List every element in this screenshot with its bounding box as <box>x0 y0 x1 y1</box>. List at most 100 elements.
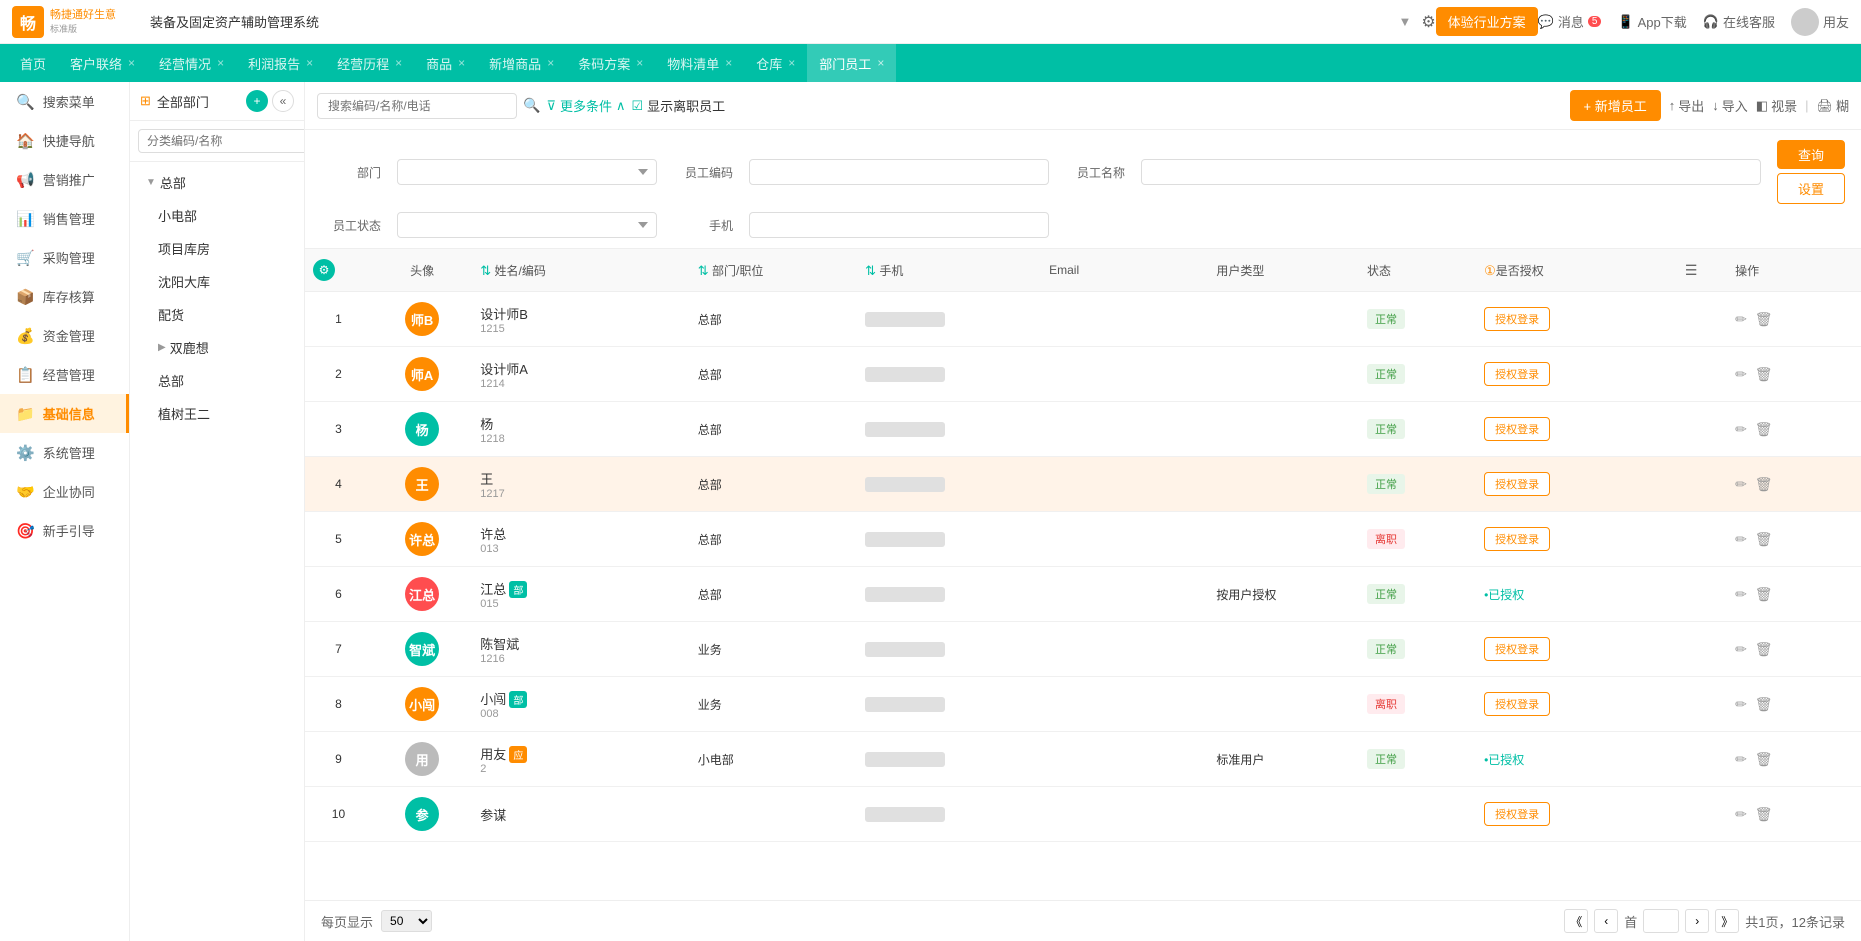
import-btn[interactable]: ↓ 导入 <box>1712 96 1748 115</box>
td-auth[interactable]: 授权登录 <box>1476 677 1677 732</box>
nav-tab-经营历程[interactable]: 经营历程× <box>325 44 414 82</box>
name-input[interactable] <box>1141 159 1761 185</box>
td-auth[interactable]: 授权登录 <box>1476 347 1677 402</box>
nav-tab-仓库[interactable]: 仓库× <box>744 44 807 82</box>
delete-icon[interactable]: 🗑 <box>1755 751 1773 768</box>
edit-icon[interactable]: ✏ <box>1735 311 1747 328</box>
delete-icon[interactable]: 🗑 <box>1755 311 1773 328</box>
dept-tree-item-配货[interactable]: 配货 <box>130 298 304 331</box>
col-setting-icon[interactable]: ☰ <box>1685 262 1698 278</box>
close-tab-icon[interactable]: × <box>458 56 465 70</box>
more-filter-btn[interactable]: ⊽ 更多条件 ∧ <box>546 96 625 115</box>
close-tab-icon[interactable]: × <box>217 56 224 70</box>
edit-icon[interactable]: ✏ <box>1735 751 1747 768</box>
th-dept-position[interactable]: ⇅ 部门/职位 <box>690 249 857 292</box>
phone-input[interactable] <box>749 212 1049 238</box>
per-page-select[interactable]: 50 20 100 <box>381 910 432 932</box>
close-tab-icon[interactable]: × <box>306 56 313 70</box>
app-download-item[interactable]: 📱 App下载 <box>1617 12 1686 31</box>
dept-add-btn[interactable]: + <box>246 90 268 112</box>
th-phone[interactable]: ⇅ 手机 <box>857 249 1041 292</box>
delete-icon[interactable]: 🗑 <box>1755 421 1773 438</box>
prev-page-btn[interactable]: ‹ <box>1594 909 1618 933</box>
try-btn[interactable]: 体验行业方案 <box>1436 7 1538 36</box>
auth-btn[interactable]: 授权登录 <box>1484 637 1550 661</box>
settings-icon[interactable]: ⚙ <box>313 259 335 281</box>
edit-icon[interactable]: ✏ <box>1735 531 1747 548</box>
close-tab-icon[interactable]: × <box>788 56 795 70</box>
dept-tree-item-总部[interactable]: ▼总部 <box>130 166 304 199</box>
first-page-btn[interactable]: 《 <box>1564 909 1588 933</box>
reset-btn[interactable]: 设置 <box>1777 173 1845 204</box>
close-tab-icon[interactable]: × <box>128 56 135 70</box>
view-btn[interactable]: ◧ 视景 <box>1756 96 1797 115</box>
sidebar-item-系统管理[interactable]: ⚙️系统管理 <box>0 433 129 472</box>
td-auth[interactable]: 授权登录 <box>1476 787 1677 842</box>
edit-icon[interactable]: ✏ <box>1735 421 1747 438</box>
employee-search-input[interactable] <box>317 93 517 119</box>
close-tab-icon[interactable]: × <box>547 56 554 70</box>
nav-tab-部门员工[interactable]: 部门员工× <box>807 44 896 82</box>
nav-tab-条码方案[interactable]: 条码方案× <box>566 44 655 82</box>
td-auth[interactable]: 授权登录 <box>1476 402 1677 457</box>
export-btn[interactable]: ↑ 导出 <box>1669 96 1705 115</box>
sidebar-item-经营管理[interactable]: 📋经营管理 <box>0 355 129 394</box>
message-item[interactable]: 💬 消息 5 <box>1538 12 1602 31</box>
sidebar-item-企业协同[interactable]: 🤝企业协同 <box>0 472 129 511</box>
edit-icon[interactable]: ✏ <box>1735 806 1747 823</box>
dept-select[interactable] <box>397 159 657 185</box>
delete-icon[interactable]: 🗑 <box>1755 531 1773 548</box>
close-tab-icon[interactable]: × <box>877 56 884 70</box>
sidebar-item-快捷导航[interactable]: 🏠快捷导航 <box>0 121 129 160</box>
dept-tree-item-项目库房[interactable]: 项目库房 <box>130 232 304 265</box>
th-col-setting[interactable]: ☰ <box>1677 249 1727 292</box>
edit-icon[interactable]: ✏ <box>1735 586 1747 603</box>
dept-tree-item-植树王二[interactable]: 植树王二 <box>130 397 304 430</box>
delete-icon[interactable]: 🗑 <box>1755 641 1773 658</box>
nav-tab-物料清单[interactable]: 物料清单× <box>655 44 744 82</box>
auth-btn[interactable]: 授权登录 <box>1484 472 1550 496</box>
edit-icon[interactable]: ✏ <box>1735 476 1747 493</box>
edit-icon[interactable]: ✏ <box>1735 696 1747 713</box>
delete-icon[interactable]: 🗑 <box>1755 366 1773 383</box>
close-tab-icon[interactable]: × <box>636 56 643 70</box>
nav-tab-新增商品[interactable]: 新增商品× <box>477 44 566 82</box>
nav-tab-经营情况[interactable]: 经营情况× <box>147 44 236 82</box>
sys-title-dropdown[interactable]: ▼ <box>1398 14 1411 29</box>
status-select[interactable] <box>397 212 657 238</box>
employee-search-btn[interactable]: 🔍 <box>523 97 540 114</box>
auth-btn[interactable]: 授权登录 <box>1484 307 1550 331</box>
edit-icon[interactable]: ✏ <box>1735 641 1747 658</box>
td-auth[interactable]: 授权登录 <box>1476 512 1677 567</box>
dept-tree-item-总部[interactable]: 总部 <box>130 364 304 397</box>
auth-btn[interactable]: 授权登录 <box>1484 692 1550 716</box>
show-resign-check[interactable]: ☑ 显示离职员工 <box>631 96 725 115</box>
query-btn[interactable]: 查询 <box>1777 140 1845 169</box>
td-auth[interactable]: 授权登录 <box>1476 292 1677 347</box>
gear-icon[interactable]: ⚙ <box>1421 12 1435 32</box>
dept-tree-item-小电部[interactable]: 小电部 <box>130 199 304 232</box>
dept-tree-item-双鹿想[interactable]: ▶双鹿想 <box>130 331 304 364</box>
next-page-btn[interactable]: › <box>1685 909 1709 933</box>
td-auth[interactable]: 授权登录 <box>1476 622 1677 677</box>
auth-btn[interactable]: 授权登录 <box>1484 527 1550 551</box>
sidebar-item-资金管理[interactable]: 💰资金管理 <box>0 316 129 355</box>
delete-icon[interactable]: 🗑 <box>1755 476 1773 493</box>
th-name-code[interactable]: ⇅ 姓名/编码 <box>472 249 690 292</box>
nav-tab-商品[interactable]: 商品× <box>414 44 477 82</box>
auth-btn[interactable]: 授权登录 <box>1484 802 1550 826</box>
last-page-btn[interactable]: 》 <box>1715 909 1739 933</box>
code-input[interactable] <box>749 159 1049 185</box>
nav-tab-首页[interactable]: 首页 <box>8 44 58 82</box>
td-auth[interactable]: 授权登录 <box>1476 457 1677 512</box>
close-tab-icon[interactable]: × <box>725 56 732 70</box>
dept-search-input[interactable] <box>138 129 305 153</box>
nav-tab-利润报告[interactable]: 利润报告× <box>236 44 325 82</box>
sidebar-item-采购管理[interactable]: 🛒采购管理 <box>0 238 129 277</box>
sidebar-item-销售管理[interactable]: 📊销售管理 <box>0 199 129 238</box>
page-input[interactable]: 1 <box>1643 909 1679 933</box>
print-btn[interactable]: 🖨 糊 <box>1816 96 1849 115</box>
sidebar-item-基础信息[interactable]: 📁基础信息 <box>0 394 129 433</box>
sidebar-item-搜索菜单[interactable]: 🔍搜索菜单 <box>0 82 129 121</box>
user-item[interactable]: 用友 <box>1791 8 1849 36</box>
